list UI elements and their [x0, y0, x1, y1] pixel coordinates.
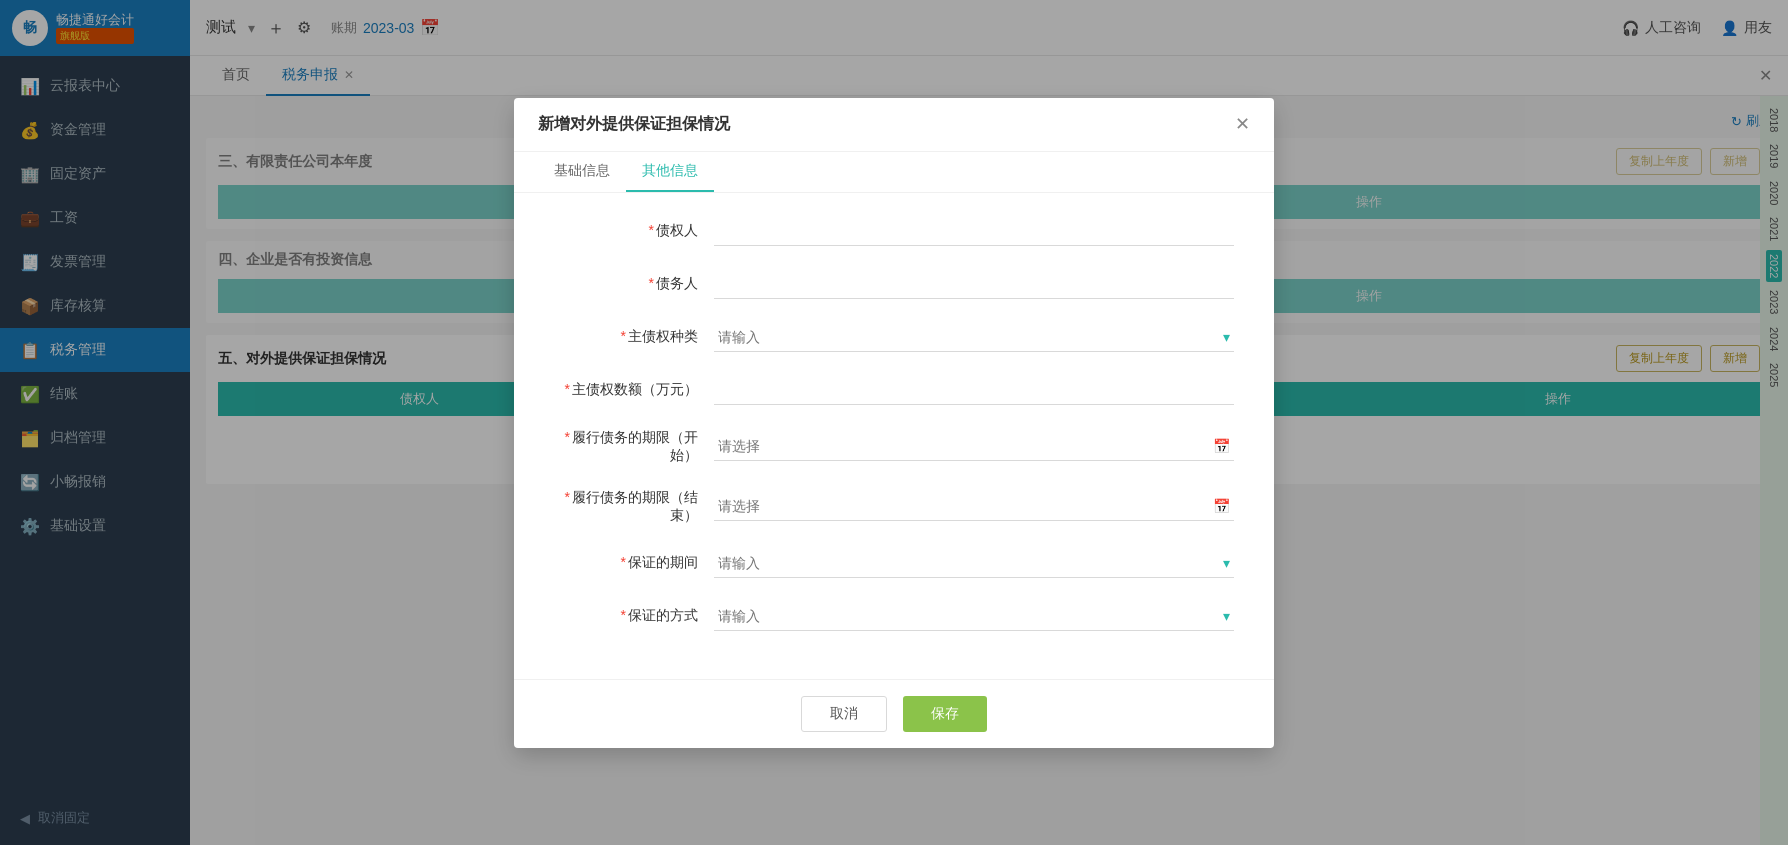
- required-star: *: [565, 381, 570, 397]
- form-row-debt-end: *履行债务的期限（结束） 📅: [554, 489, 1234, 525]
- dropdown-arrow-icon-3[interactable]: ▾: [1223, 608, 1230, 624]
- guarantee-method-input[interactable]: [718, 608, 1223, 624]
- debt-end-label: *履行债务的期限（结束）: [554, 489, 714, 525]
- debt-end-input[interactable]: [718, 498, 1213, 514]
- modal-title: 新增对外提供保证担保情况: [538, 114, 730, 135]
- guarantee-method-select[interactable]: ▾: [714, 602, 1234, 631]
- required-star: *: [621, 607, 626, 623]
- modal-body: *债权人 *债务人 *主债权种类 ▾: [514, 193, 1274, 679]
- dropdown-arrow-icon-2[interactable]: ▾: [1223, 555, 1230, 571]
- modal-footer: 取消 保存: [514, 679, 1274, 748]
- form-row-guarantee-method: *保证的方式 ▾: [554, 602, 1234, 631]
- debtor-input[interactable]: [714, 270, 1234, 299]
- modal-overlay: 新增对外提供保证担保情况 ✕ 基础信息 其他信息 *债权人 *: [0, 0, 1788, 845]
- debt-start-label: *履行债务的期限（开始）: [554, 429, 714, 465]
- debt-end-date[interactable]: 📅: [714, 492, 1234, 521]
- tab-basic[interactable]: 基础信息: [538, 152, 626, 192]
- modal-close-button[interactable]: ✕: [1235, 115, 1250, 133]
- modal-header: 新增对外提供保证担保情况 ✕: [514, 98, 1274, 152]
- tab-other[interactable]: 其他信息: [626, 152, 714, 192]
- form-row-guarantee-period: *保证的期间 ▾: [554, 549, 1234, 578]
- form-row-debtor: *债务人: [554, 270, 1234, 299]
- cancel-button[interactable]: 取消: [801, 696, 887, 732]
- modal-tabs: 基础信息 其他信息: [514, 152, 1274, 193]
- save-button[interactable]: 保存: [903, 696, 987, 732]
- guarantee-period-label: *保证的期间: [554, 554, 714, 572]
- required-star: *: [649, 275, 654, 291]
- form-row-creditor: *债权人: [554, 217, 1234, 246]
- guarantee-period-input[interactable]: [718, 555, 1223, 571]
- required-star: *: [621, 554, 626, 570]
- debt-type-select[interactable]: ▾: [714, 323, 1234, 352]
- calendar-end-icon[interactable]: 📅: [1213, 498, 1230, 514]
- form-row-debt-amount: *主债权数额（万元）: [554, 376, 1234, 405]
- debt-amount-input[interactable]: [714, 376, 1234, 405]
- creditor-input[interactable]: [714, 217, 1234, 246]
- calendar-start-icon[interactable]: 📅: [1213, 438, 1230, 454]
- debt-start-input[interactable]: [718, 438, 1213, 454]
- debt-amount-label: *主债权数额（万元）: [554, 381, 714, 399]
- guarantee-period-select[interactable]: ▾: [714, 549, 1234, 578]
- modal-dialog: 新增对外提供保证担保情况 ✕ 基础信息 其他信息 *债权人 *: [514, 98, 1274, 748]
- form-row-debt-start: *履行债务的期限（开始） 📅: [554, 429, 1234, 465]
- dropdown-arrow-icon[interactable]: ▾: [1223, 329, 1230, 345]
- required-star: *: [565, 429, 570, 445]
- debt-type-input[interactable]: [718, 329, 1223, 345]
- form-row-debt-type: *主债权种类 ▾: [554, 323, 1234, 352]
- creditor-label: *债权人: [554, 222, 714, 240]
- required-star: *: [649, 222, 654, 238]
- required-star: *: [621, 328, 626, 344]
- debt-start-date[interactable]: 📅: [714, 432, 1234, 461]
- guarantee-method-label: *保证的方式: [554, 607, 714, 625]
- required-star: *: [565, 489, 570, 505]
- debt-type-label: *主债权种类: [554, 328, 714, 346]
- debtor-label: *债务人: [554, 275, 714, 293]
